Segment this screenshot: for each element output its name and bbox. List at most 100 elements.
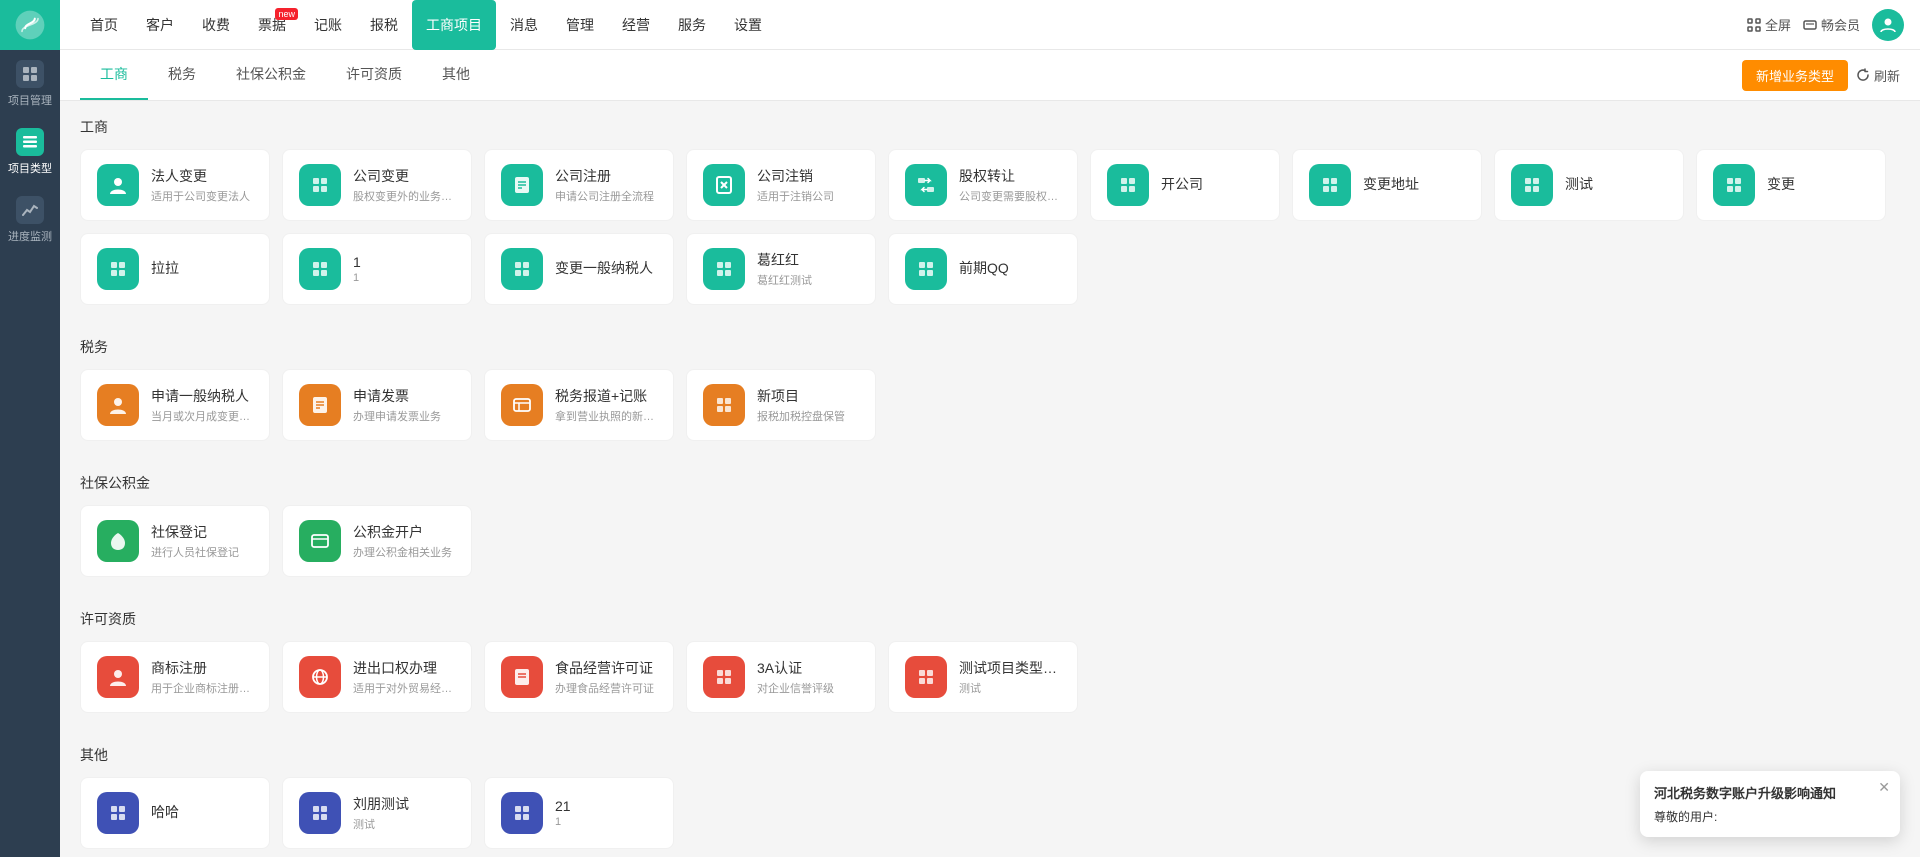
card-icon-one (299, 248, 341, 290)
card-icon-import-export (299, 656, 341, 698)
card-change[interactable]: 变更 (1696, 149, 1886, 221)
card-desc: 适用于公司变更法人 (151, 188, 253, 204)
card-desc: 适用于对外贸易经营者 (353, 680, 455, 696)
sidebar-item-progress-monitor[interactable]: 进度监测 (0, 186, 60, 254)
card-desc: 对企业信誉评级 (757, 680, 859, 696)
card-icon-test-type (905, 656, 947, 698)
card-legal-change[interactable]: 法人变更 适用于公司变更法人 (80, 149, 270, 221)
card-icon-apply-invoice (299, 384, 341, 426)
nav-management[interactable]: 管理 (552, 0, 608, 50)
card-twenty-one[interactable]: 21 1 (484, 777, 674, 849)
tab-tax[interactable]: 税务 (148, 50, 216, 100)
card-change-address[interactable]: 变更地址 (1292, 149, 1482, 221)
card-lala[interactable]: 拉拉 (80, 233, 270, 305)
card-icon-apply-taxpayer (97, 384, 139, 426)
card-tax-accounting[interactable]: 税务报道+记账 拿到营业执照的新公司 (484, 369, 674, 441)
user-avatar[interactable] (1872, 9, 1904, 41)
nav-tax[interactable]: 报税 (356, 0, 412, 50)
card-desc: 适用于注销公司 (757, 188, 859, 204)
notification-title: 河北税务数字账户升级影响通知 (1654, 783, 1886, 802)
nav-customer[interactable]: 客户 (132, 0, 188, 50)
card-name: 公司注册 (555, 166, 657, 186)
nav-accounting[interactable]: 记账 (300, 0, 356, 50)
tab-social[interactable]: 社保公积金 (216, 50, 326, 100)
card-one[interactable]: 1 1 (282, 233, 472, 305)
tax-cards: 申请一般纳税人 当月或次月成变更完成 申请发票 办理申请发票业务 (80, 369, 1900, 441)
add-type-button[interactable]: 新增业务类型 (1742, 60, 1848, 91)
sidebar-item-label: 项目类型 (8, 160, 52, 176)
card-icon-3a-cert (703, 656, 745, 698)
card-3a-cert[interactable]: 3A认证 对企业信誉评级 (686, 641, 876, 713)
card-equity-transfer[interactable]: 股权转让 公司变更需要股权转让 (888, 149, 1078, 221)
nav-industrial[interactable]: 工商项目 (412, 0, 496, 50)
sidebar-item-project-manage[interactable]: 项目管理 (0, 50, 60, 118)
card-granhong[interactable]: 葛红红 葛红红测试 (686, 233, 876, 305)
nav-messages[interactable]: 消息 (496, 0, 552, 50)
card-test-type[interactable]: 测试项目类型目定义 测试 (888, 641, 1078, 713)
card-desc: 办理公积金相关业务 (353, 544, 455, 560)
card-icon-lala (97, 248, 139, 290)
card-change-taxpayer[interactable]: 变更一般纳税人 (484, 233, 674, 305)
nav-service[interactable]: 服务 (664, 0, 720, 50)
card-apply-invoice[interactable]: 申请发票 办理申请发票业务 (282, 369, 472, 441)
card-icon-legal-change (97, 164, 139, 206)
card-liupeng[interactable]: 刘朋测试 测试 (282, 777, 472, 849)
nav-billing[interactable]: 收费 (188, 0, 244, 50)
card-import-export[interactable]: 进出口权办理 适用于对外贸易经营者 (282, 641, 472, 713)
card-company-cancel[interactable]: 公司注销 适用于注销公司 (686, 149, 876, 221)
social-cards: 社保登记 进行人员社保登记 公积金开户 办理公积金相关业务 (80, 505, 1900, 577)
sub-tabs-actions: 新增业务类型 刷新 (1742, 60, 1900, 91)
card-new-project[interactable]: 新项目 报税加税控盘保管 (686, 369, 876, 441)
section-license-title: 许可资质 (80, 609, 1900, 629)
sidebar-item-project-type[interactable]: 项目类型 (0, 118, 60, 186)
app-logo[interactable] (0, 0, 60, 50)
card-social-reg[interactable]: 社保登记 进行人员社保登记 (80, 505, 270, 577)
nav-tickets[interactable]: 票据 new (244, 0, 300, 50)
fullscreen-btn[interactable]: 全屏 (1747, 15, 1791, 34)
card-company-change[interactable]: 公司变更 股权变更外的业务变更 (282, 149, 472, 221)
notification-close-button[interactable]: ✕ (1878, 779, 1890, 796)
other-cards: 哈哈 刘朋测试 测试 (80, 777, 1900, 849)
sidebar: 项目管理 项目类型 进度监测 (0, 0, 60, 857)
card-icon-fund-account (299, 520, 341, 562)
card-company-reg[interactable]: 公司注册 申请公司注册全流程 (484, 149, 674, 221)
nav-operations[interactable]: 经营 (608, 0, 664, 50)
card-early-qq[interactable]: 前期QQ (888, 233, 1078, 305)
card-name: 3A认证 (757, 658, 859, 678)
card-test[interactable]: 测试 (1494, 149, 1684, 221)
card-fund-account[interactable]: 公积金开户 办理公积金相关业务 (282, 505, 472, 577)
fullscreen-label: 全屏 (1765, 15, 1791, 34)
notification-content: 尊敬的用户: (1654, 808, 1886, 825)
tab-industrial[interactable]: 工商 (80, 50, 148, 100)
card-name: 测试 (1565, 174, 1667, 194)
card-food-license[interactable]: 食品经营许可证 办理食品经营许可证 (484, 641, 674, 713)
card-name: 变更地址 (1363, 174, 1465, 194)
card-icon-change-taxpayer (501, 248, 543, 290)
member-btn[interactable]: 畅会员 (1803, 15, 1860, 34)
card-icon-twenty-one (501, 792, 543, 834)
card-desc: 公司变更需要股权转让 (959, 188, 1061, 204)
card-desc: 当月或次月成变更完成 (151, 408, 253, 424)
refresh-button[interactable]: 刷新 (1856, 66, 1900, 85)
nav-settings[interactable]: 设置 (720, 0, 776, 50)
project-manage-icon (16, 60, 44, 88)
card-name: 公司变更 (353, 166, 455, 186)
nav-home[interactable]: 首页 (76, 0, 132, 50)
card-apply-taxpayer[interactable]: 申请一般纳税人 当月或次月成变更完成 (80, 369, 270, 441)
card-haha[interactable]: 哈哈 (80, 777, 270, 849)
sub-tabs: 工商 税务 社保公积金 许可资质 其他 新增业务类型 刷新 (60, 50, 1920, 101)
topnav: 首页 客户 收费 票据 new 记账 报税 工商项目 消息 管理 经营 服务 设… (60, 0, 1920, 50)
tab-other[interactable]: 其他 (422, 50, 490, 100)
card-open-company[interactable]: 开公司 (1090, 149, 1280, 221)
sidebar-item-label: 进度监测 (8, 228, 52, 244)
card-icon-test (1511, 164, 1553, 206)
card-name: 变更一般纳税人 (555, 258, 657, 278)
card-trademark-reg[interactable]: 商标注册 用于企业商标注册服务 (80, 641, 270, 713)
member-label: 畅会员 (1821, 15, 1860, 34)
tab-license[interactable]: 许可资质 (326, 50, 422, 100)
card-icon-change-address (1309, 164, 1351, 206)
sidebar-item-label: 项目管理 (8, 92, 52, 108)
main-wrapper: 首页 客户 收费 票据 new 记账 报税 工商项目 消息 管理 经营 服务 设… (60, 0, 1920, 857)
card-name: 新项目 (757, 386, 859, 406)
card-icon-food-license (501, 656, 543, 698)
